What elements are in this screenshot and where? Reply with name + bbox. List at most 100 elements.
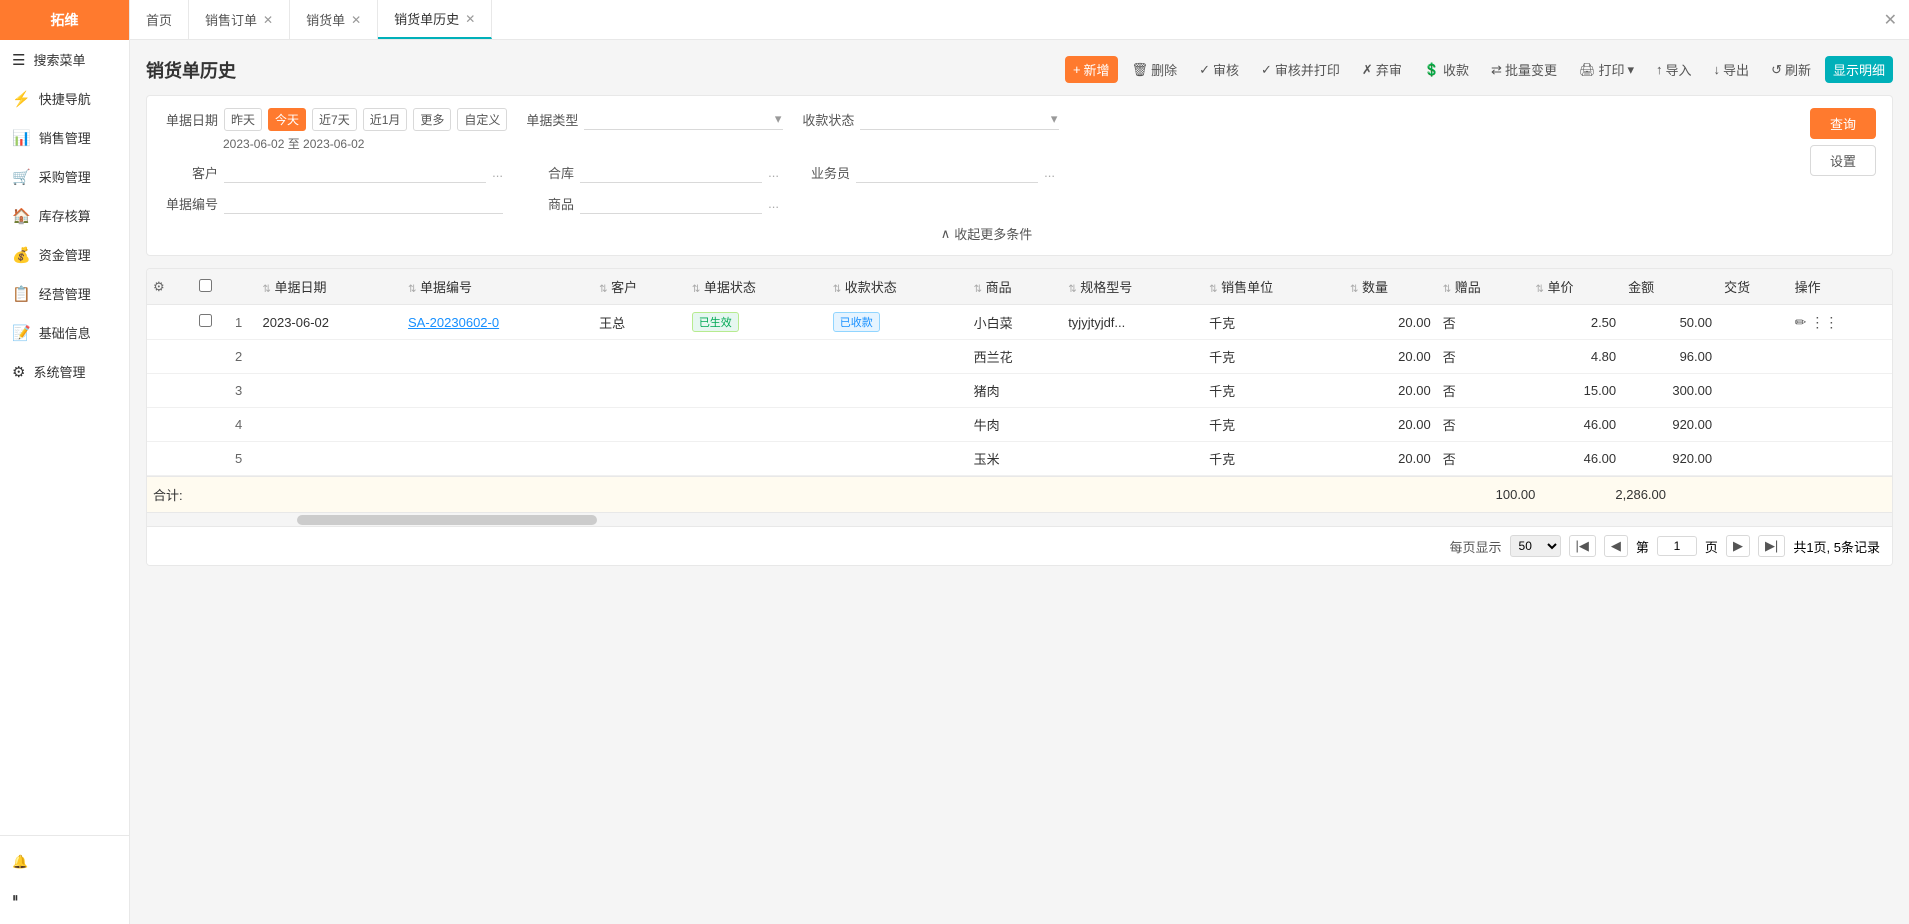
table-header-row: ⚙ ⇅ 单据日期 ⇅ 单据编号 ⇅ 客户 ⇅ 单据状态 ⇅ 收款状态 ⇅ 商品 … <box>147 269 1892 305</box>
col-doc-date[interactable]: ⇅ 单据日期 <box>257 269 403 305</box>
tab-sales-history[interactable]: 销货单历史 ✕ <box>378 0 492 39</box>
customer-input[interactable] <box>224 162 486 183</box>
col-quantity[interactable]: ⇅ 数量 <box>1344 269 1437 305</box>
customer-dots[interactable]: ... <box>492 165 503 180</box>
date-1month-btn[interactable]: 近1月 <box>363 108 408 131</box>
tab-sales-order[interactable]: 销售订单 ✕ <box>189 0 290 39</box>
payment-status-select[interactable] <box>860 109 1059 129</box>
new-button[interactable]: + 新增 <box>1065 56 1118 83</box>
import-button[interactable]: ↑ 导入 <box>1648 56 1700 83</box>
doc-no-input[interactable] <box>224 193 503 214</box>
date-label: 单据日期 <box>163 110 218 129</box>
date-7days-btn[interactable]: 近7天 <box>312 108 357 131</box>
set-button[interactable]: 设置 <box>1810 145 1876 176</box>
col-customer[interactable]: ⇅ 客户 <box>593 269 686 305</box>
audit-print-button[interactable]: ✓ 审核并打印 <box>1253 56 1348 83</box>
toolbar: + 新增 🗑 删除 ✓ 审核 ✓ 审核并打印 ✗ 弃审 <box>1065 56 1893 83</box>
refresh-button[interactable]: ↺ 刷新 <box>1763 56 1819 83</box>
goods-input[interactable] <box>580 193 762 214</box>
sidebar-item-search-menu[interactable]: ☰ 搜索菜单 <box>0 40 129 79</box>
warehouse-input[interactable] <box>580 162 762 183</box>
close-sales-order-tab[interactable]: ✕ <box>263 13 273 27</box>
delete-button[interactable]: 🗑 删除 <box>1124 56 1186 83</box>
col-unit-price[interactable]: ⇅ 单价 <box>1529 269 1622 305</box>
horizontal-scrollbar[interactable] <box>147 512 1892 526</box>
batch-change-button[interactable]: ⇄ 批量变更 <box>1483 56 1565 83</box>
collect-button[interactable]: 💲 收款 <box>1416 56 1477 83</box>
sidebar-item-operation[interactable]: 📋 经营管理 <box>0 274 129 313</box>
goods-dots[interactable]: ... <box>768 196 779 211</box>
sidebar-item-label: 经营管理 <box>39 284 91 303</box>
date-custom-btn[interactable]: 自定义 <box>457 108 507 131</box>
show-detail-button[interactable]: 显示明细 <box>1825 56 1893 83</box>
cell-doc-status <box>686 408 827 442</box>
cell-doc-date <box>257 442 403 476</box>
col-doc-status[interactable]: ⇅ 单据状态 <box>686 269 827 305</box>
sidebar-notification[interactable]: 🔔 <box>0 844 129 880</box>
col-gift[interactable]: ⇅ 赠品 <box>1437 269 1530 305</box>
col-unit[interactable]: ⇅ 销售单位 <box>1203 269 1344 305</box>
doc-type-select[interactable] <box>584 109 783 129</box>
col-spec[interactable]: ⇅ 规格型号 <box>1062 269 1203 305</box>
sidebar-item-quick-nav[interactable]: ⚡ 快捷导航 <box>0 79 129 118</box>
close-sales-delivery-tab[interactable]: ✕ <box>351 13 361 27</box>
abandon-button[interactable]: ✗ 弃审 <box>1354 56 1410 83</box>
cell-transaction <box>1718 374 1788 408</box>
col-gear[interactable]: ⚙ <box>147 269 191 305</box>
row-checkbox[interactable] <box>199 314 212 327</box>
page-number-input[interactable] <box>1657 536 1697 556</box>
next-page-button[interactable]: ▶ <box>1726 535 1750 557</box>
more-icon[interactable]: ⋮⋮ <box>1810 314 1838 331</box>
cell-goods: 猪肉 <box>968 374 1063 408</box>
sidebar-item-finance[interactable]: 💰 资金管理 <box>0 235 129 274</box>
col-doc-no[interactable]: ⇅ 单据编号 <box>402 269 593 305</box>
staff-input[interactable] <box>856 162 1038 183</box>
scrollbar-thumb[interactable] <box>297 515 597 525</box>
sidebar-item-sales-mgmt[interactable]: 📊 销售管理 <box>0 118 129 157</box>
payment-status-label: 收款状态 <box>799 110 854 129</box>
date-yesterday-btn[interactable]: 昨天 <box>224 108 262 131</box>
doc-no-link[interactable]: SA-20230602-0 <box>408 315 499 330</box>
cell-gift: 否 <box>1437 408 1530 442</box>
date-today-btn[interactable]: 今天 <box>268 108 306 131</box>
tab-home[interactable]: 首页 <box>130 0 189 39</box>
select-all-checkbox[interactable] <box>199 279 212 292</box>
sidebar-item-inventory[interactable]: 🏠 库存核算 <box>0 196 129 235</box>
page-size-select[interactable]: 20 50 100 200 <box>1510 535 1561 557</box>
sidebar-item-purchase-mgmt[interactable]: 🛒 采购管理 <box>0 157 129 196</box>
print-button[interactable]: 🖨 打印 ▾ <box>1571 56 1642 83</box>
col-goods[interactable]: ⇅ 商品 <box>968 269 1063 305</box>
staff-dots[interactable]: ... <box>1044 165 1055 180</box>
cell-doc-status <box>686 374 827 408</box>
query-button[interactable]: 查询 <box>1810 108 1876 139</box>
sidebar-item-label: 系统管理 <box>33 362 85 381</box>
warehouse-dots[interactable]: ... <box>768 165 779 180</box>
audit-print-icon: ✓ <box>1261 62 1272 78</box>
close-sales-history-tab[interactable]: ✕ <box>465 12 475 26</box>
sidebar-item-system-mgmt[interactable]: ⚙ 系统管理 <box>0 352 129 391</box>
sort-icon: ⇅ <box>833 284 841 295</box>
tab-sales-delivery[interactable]: 销货单 ✕ <box>290 0 378 39</box>
sidebar-item-label: 快捷导航 <box>39 89 91 108</box>
cell-doc-date <box>257 340 403 374</box>
filter-row-2: 客户 ... 合库 ... 业务员 <box>163 162 1810 183</box>
window-close-button[interactable]: ✕ <box>1872 10 1909 30</box>
sidebar-item-basic-info[interactable]: 📝 基础信息 <box>0 313 129 352</box>
export-button[interactable]: ↓ 导出 <box>1706 56 1758 83</box>
filter-date: 单据日期 昨天 今天 近7天 近1月 更多 自定义 <box>163 108 507 131</box>
col-checkbox <box>191 269 221 305</box>
col-payment-status[interactable]: ⇅ 收款状态 <box>827 269 968 305</box>
prev-page-button[interactable]: ◀ <box>1604 535 1628 557</box>
audit-button[interactable]: ✓ 审核 <box>1191 56 1247 83</box>
total-quantity: 100.00 <box>1496 487 1536 502</box>
sidebar-pause[interactable]: ⏸ <box>0 880 129 916</box>
date-more-btn[interactable]: 更多 <box>413 108 451 131</box>
collapse-button[interactable]: ∧ 收起更多条件 <box>941 224 1033 243</box>
edit-icon[interactable]: ✏ <box>1795 314 1807 331</box>
total-amount: 2,286.00 <box>1615 487 1666 502</box>
first-page-button[interactable]: |◀ <box>1569 535 1596 557</box>
last-page-button[interactable]: ▶| <box>1758 535 1785 557</box>
sidebar-item-label: 销售管理 <box>39 128 91 147</box>
system-mgmt-icon: ⚙ <box>12 363 25 381</box>
cell-gift: 否 <box>1437 442 1530 476</box>
